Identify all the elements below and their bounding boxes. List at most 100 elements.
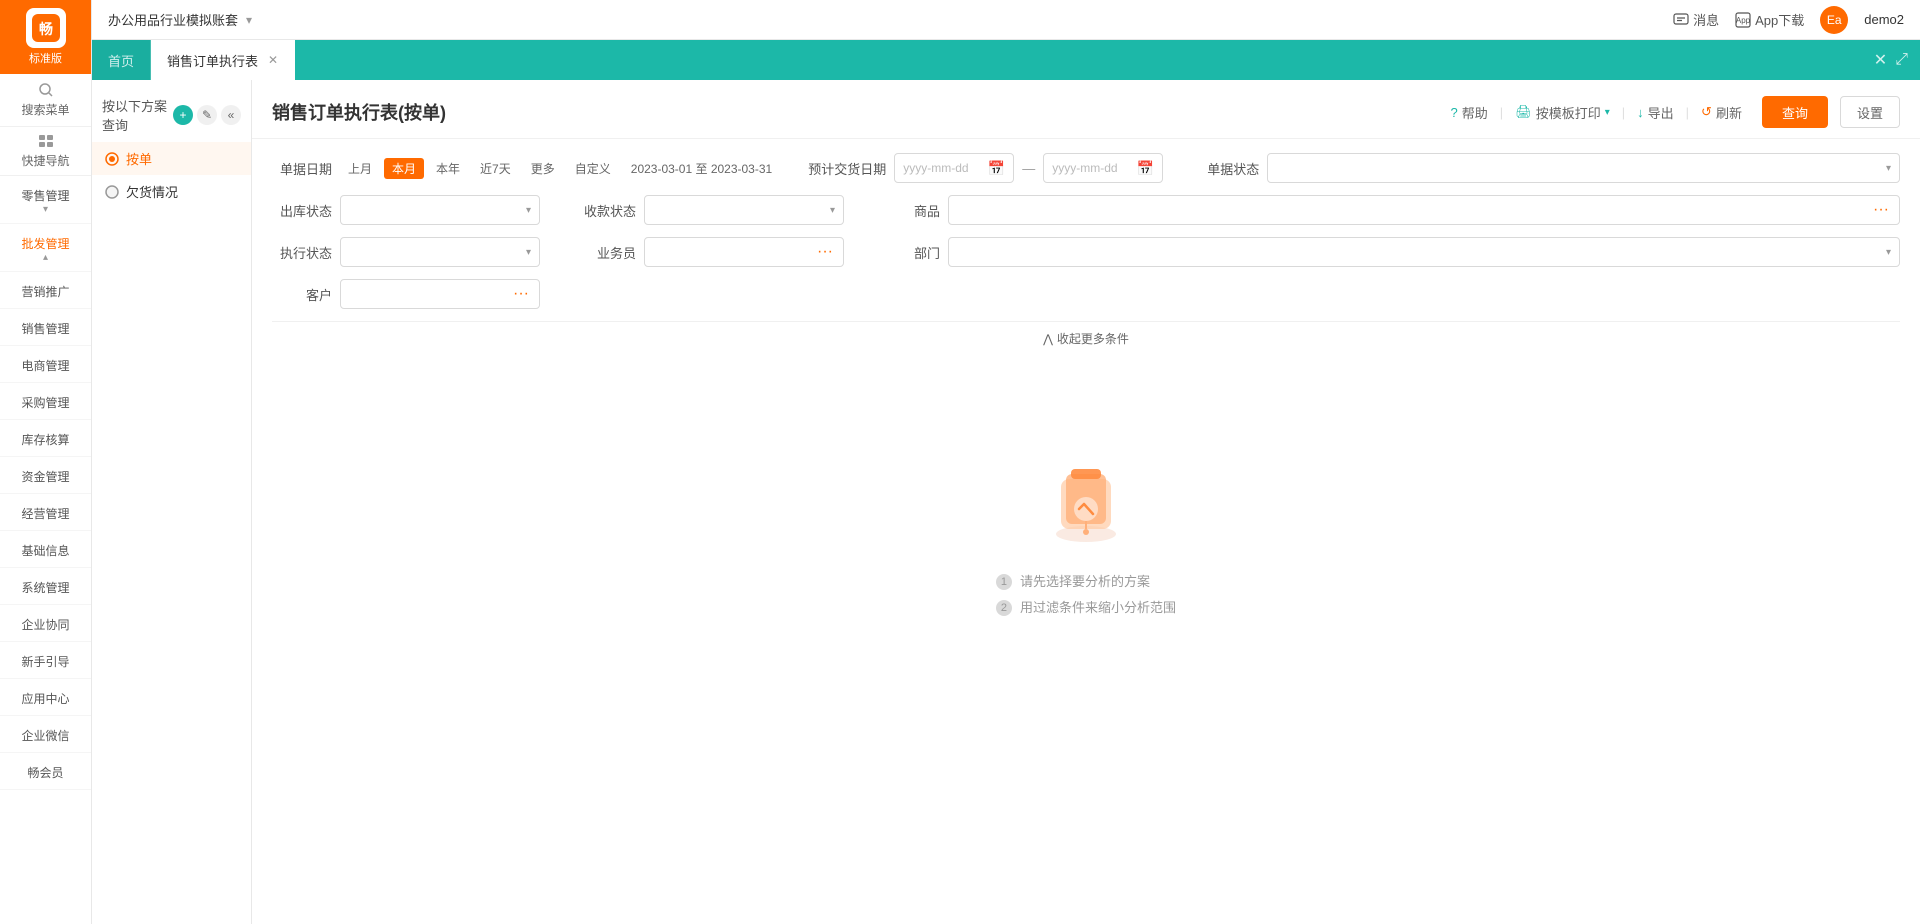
date-tab-custom[interactable]: 自定义 xyxy=(567,158,619,179)
edit-plan-button[interactable]: ✎ xyxy=(197,105,217,125)
template-print-button[interactable]: 🖨 按模板打印 ▾ xyxy=(1515,103,1610,122)
tab-close-icon[interactable]: ✕ xyxy=(268,53,278,67)
out-status-label: 出库状态 xyxy=(272,201,332,220)
sidebar-item-cooperation[interactable]: 企业协同 xyxy=(0,605,91,642)
date-tab-this-year[interactable]: 本年 xyxy=(428,158,468,179)
quick-nav[interactable]: 快捷导航 xyxy=(0,127,91,176)
tip-text-2: 用过滤条件来缩小分析范围 xyxy=(1020,595,1176,621)
username[interactable]: demo2 xyxy=(1864,12,1904,27)
tab-close-btn[interactable]: ✕ xyxy=(1874,50,1887,70)
export-button[interactable]: ↓ 导出 xyxy=(1637,103,1674,122)
empty-tips: 1 请先选择要分析的方案 2 用过滤条件来缩小分析范围 xyxy=(996,569,1176,621)
sidebar-item-newuser[interactable]: 新手引导 xyxy=(0,642,91,679)
export-label: 导出 xyxy=(1648,103,1674,122)
empty-state: 1 请先选择要分析的方案 2 用过滤条件来缩小分析范围 xyxy=(252,369,1920,701)
topbar-title: 办公用品行业模拟账套 xyxy=(108,10,238,29)
tab-home[interactable]: 首页 xyxy=(92,40,151,80)
sidebar-item-wholesale[interactable]: 批发管理 ▴ xyxy=(0,224,91,272)
left-panel: 按以下方案查询 + ✎ « 按单 xyxy=(92,80,252,924)
sidebar-item-marketing[interactable]: 营销推广 xyxy=(0,272,91,309)
message-icon xyxy=(1673,12,1689,28)
sidebar-item-operation-label: 经营管理 xyxy=(21,505,69,522)
sidebar-item-inventory[interactable]: 库存核算 xyxy=(0,420,91,457)
out-status-select[interactable]: ▾ xyxy=(340,195,540,225)
customer-group: 客户 ··· xyxy=(272,279,540,309)
collapse-panel-button[interactable]: « xyxy=(221,105,241,125)
sidebar-item-ecommerce[interactable]: 电商管理 xyxy=(0,346,91,383)
tab-sales-order[interactable]: 销售订单执行表 ✕ xyxy=(151,40,295,80)
sidebar-item-sales-label: 销售管理 xyxy=(21,320,69,337)
date-tab-this-month[interactable]: 本月 xyxy=(384,158,424,179)
sidebar-item-purchase[interactable]: 采购管理 xyxy=(0,383,91,420)
sidebar-item-sales[interactable]: 销售管理 xyxy=(0,309,91,346)
date-tab-more[interactable]: 更多 xyxy=(523,158,563,179)
salesperson-label: 业务员 xyxy=(576,243,636,262)
refresh-button[interactable]: ↺ 刷新 xyxy=(1701,103,1742,122)
sidebar-item-member[interactable]: 畅会员 xyxy=(0,753,91,790)
main-area: 办公用品行业模拟账套 ▾ 消息 App App下载 Ea demo xyxy=(92,0,1920,924)
quick-nav-label: 快捷导航 xyxy=(21,152,69,169)
customer-label: 客户 xyxy=(272,285,332,304)
query-button[interactable]: 查询 xyxy=(1762,96,1828,128)
template-print-label: 按模板打印 xyxy=(1536,103,1601,122)
dept-group: 部门 ▾ xyxy=(880,237,1900,267)
forecast-date-end[interactable]: yyyy-mm-dd 📅 xyxy=(1043,153,1163,183)
sidebar-item-retail[interactable]: 零售管理 ▾ xyxy=(0,176,91,224)
sidebar-item-appcenter-label: 应用中心 xyxy=(21,690,69,707)
topbar-arrow[interactable]: ▾ xyxy=(246,13,252,27)
logo-area[interactable]: 畅 标准版 xyxy=(0,0,91,74)
product-more-icon[interactable]: ··· xyxy=(1871,201,1891,219)
order-status-select[interactable]: ▾ xyxy=(1267,153,1900,183)
receipt-status-chevron-icon: ▾ xyxy=(830,205,835,216)
tab-maximize-btn[interactable]: ⤢ xyxy=(1895,51,1908,69)
sidebar-item-retail-label: 零售管理 xyxy=(21,187,69,204)
sidebar-item-appcenter[interactable]: 应用中心 xyxy=(0,679,91,716)
receipt-status-select[interactable]: ▾ xyxy=(644,195,844,225)
dept-chevron-icon: ▾ xyxy=(1886,247,1891,258)
left-panel-title: 按以下方案查询 xyxy=(102,96,173,134)
sidebar-item-marketing-label: 营销推广 xyxy=(21,283,69,300)
sidebar-item-finance[interactable]: 资金管理 xyxy=(0,457,91,494)
svg-text:畅: 畅 xyxy=(39,21,53,37)
sidebar-item-member-label: 畅会员 xyxy=(27,764,63,781)
left-item-debt[interactable]: 欠货情况 xyxy=(92,175,251,208)
app-download-action[interactable]: App App下载 xyxy=(1735,10,1804,29)
message-action[interactable]: 消息 xyxy=(1673,10,1719,29)
forecast-date-start[interactable]: yyyy-mm-dd 📅 xyxy=(894,153,1014,183)
sidebar-item-wholesale-label: 批发管理 xyxy=(21,235,69,252)
out-status-chevron-icon: ▾ xyxy=(526,205,531,216)
date-tab-last-month[interactable]: 上月 xyxy=(340,158,380,179)
calendar-start-icon[interactable]: 📅 xyxy=(988,160,1005,177)
dept-select[interactable]: ▾ xyxy=(948,237,1900,267)
collapse-button[interactable]: ⋀ 收起更多条件 xyxy=(1043,330,1129,347)
date-label: 单据日期 xyxy=(272,159,332,178)
sidebar-item-basic[interactable]: 基础信息 xyxy=(0,531,91,568)
customer-select[interactable]: ··· xyxy=(340,279,540,309)
user-avatar[interactable]: Ea xyxy=(1820,6,1848,34)
dept-label: 部门 xyxy=(880,243,940,262)
sidebar-item-cooperation-label: 企业协同 xyxy=(21,616,69,633)
sidebar-item-wechat[interactable]: 企业微信 xyxy=(0,716,91,753)
sidebar-item-system[interactable]: 系统管理 xyxy=(0,568,91,605)
forecast-date-start-placeholder: yyyy-mm-dd xyxy=(903,161,968,175)
salesperson-select[interactable]: ··· xyxy=(644,237,844,267)
tab-sales-order-label: 销售订单执行表 xyxy=(167,51,258,70)
sidebar-item-newuser-label: 新手引导 xyxy=(21,653,69,670)
sidebar-search[interactable]: 搜索菜单 xyxy=(0,74,91,127)
left-item-order[interactable]: 按单 xyxy=(92,142,251,175)
product-select[interactable]: ··· xyxy=(948,195,1900,225)
exec-status-select[interactable]: ▾ xyxy=(340,237,540,267)
settings-button[interactable]: 设置 xyxy=(1840,96,1900,128)
sidebar-item-operation[interactable]: 经营管理 xyxy=(0,494,91,531)
content-area: 按以下方案查询 + ✎ « 按单 xyxy=(92,80,1920,924)
salesperson-more-icon[interactable]: ··· xyxy=(815,243,835,261)
customer-more-icon[interactable]: ··· xyxy=(511,285,531,303)
page-title: 销售订单执行表(按单) xyxy=(272,99,446,125)
product-group: 商品 ··· xyxy=(880,195,1900,225)
add-plan-button[interactable]: + xyxy=(173,105,193,125)
help-button[interactable]: ? 帮助 xyxy=(1451,103,1488,122)
calendar-end-icon[interactable]: 📅 xyxy=(1137,160,1154,177)
filter-area: 单据日期 上月 本月 本年 近7天 更多 自定义 2023-03-01 至 20… xyxy=(252,139,1920,369)
forecast-date-label: 预计交货日期 xyxy=(808,159,886,178)
date-tab-7days[interactable]: 近7天 xyxy=(472,158,519,179)
